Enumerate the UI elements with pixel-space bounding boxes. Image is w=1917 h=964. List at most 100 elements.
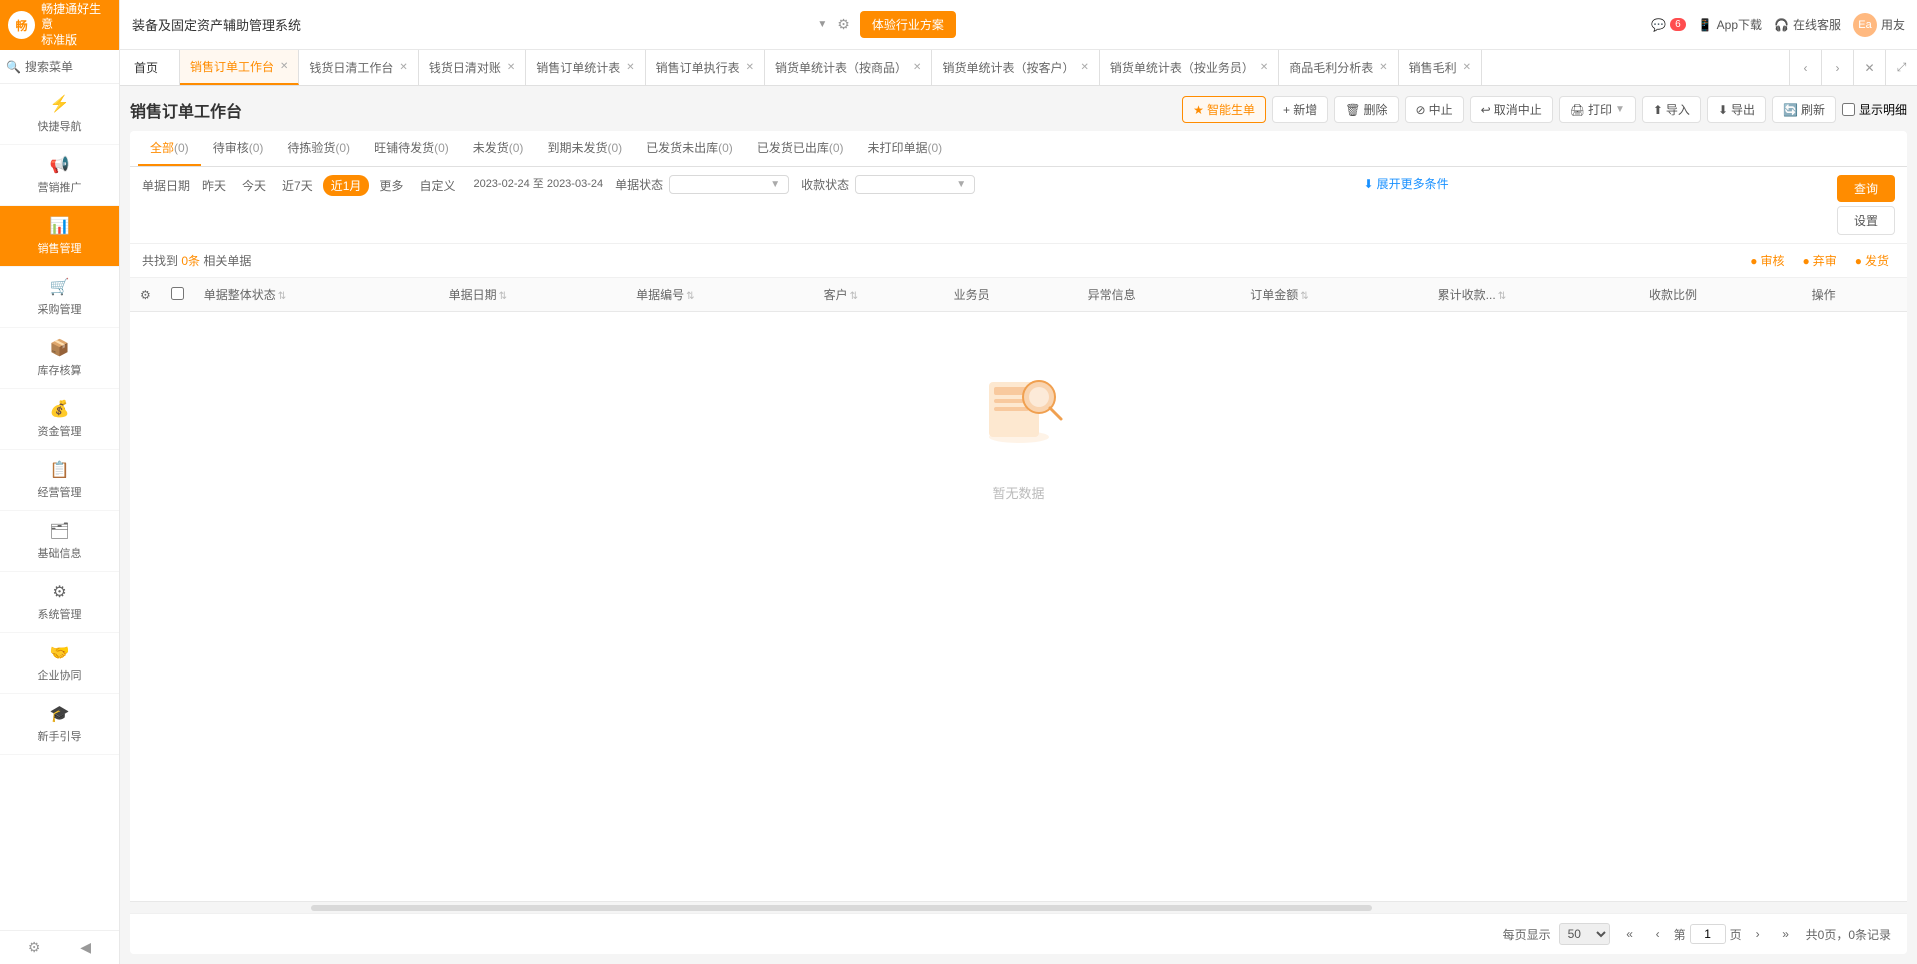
horizontal-scrollbar[interactable]: [130, 901, 1907, 913]
sidebar-item-basic[interactable]: 🗂基础信息: [0, 511, 119, 572]
next-page-button[interactable]: ›: [1746, 922, 1770, 946]
tab-close-sales-profit[interactable]: ✕: [1463, 62, 1471, 73]
online-service-button[interactable]: 🎧 在线客服: [1774, 16, 1841, 33]
operations-icon: 📋: [50, 460, 70, 480]
query-button[interactable]: 查询: [1837, 175, 1895, 202]
col-ratio: 收款比例: [1639, 278, 1802, 312]
show-detail-checkbox[interactable]: 显示明细: [1842, 101, 1907, 118]
cancel-review-button[interactable]: ● 弃审: [1796, 250, 1842, 271]
tab-sales-summary-staff[interactable]: 销货单统计表（按业务员） ✕: [1100, 50, 1279, 85]
prev-page-button[interactable]: ‹: [1646, 922, 1670, 946]
sub-tab-not-shipped[interactable]: 未发货(0): [461, 131, 536, 166]
sidebar-item-newbie[interactable]: 🎓新手引导: [0, 694, 119, 755]
user-menu[interactable]: Ea 用友: [1853, 13, 1905, 37]
review-button[interactable]: ● 审核: [1744, 250, 1790, 271]
sidebar-item-quick-nav[interactable]: ⚡快捷导航: [0, 84, 119, 145]
import-button[interactable]: ⬆ 导入: [1642, 96, 1701, 123]
tab-prev-button[interactable]: ‹: [1789, 50, 1821, 86]
tab-expand-button[interactable]: ⤢: [1885, 50, 1917, 86]
first-page-button[interactable]: «: [1618, 922, 1642, 946]
tab-close-sales-workbench[interactable]: ✕: [280, 61, 288, 72]
status-select[interactable]: ▼: [669, 175, 789, 194]
message-button[interactable]: 💬 6: [1651, 18, 1686, 32]
tab-close-sales-stat[interactable]: ✕: [626, 62, 634, 73]
date-custom[interactable]: 自定义: [413, 175, 461, 196]
tab-close-daily-reconcile[interactable]: ✕: [507, 62, 515, 73]
tab-close-all-button[interactable]: ✕: [1853, 50, 1885, 86]
settings-icon[interactable]: ⚙: [28, 939, 41, 956]
select-all-checkbox[interactable]: [171, 287, 184, 300]
sidebar-item-sales[interactable]: 📊销售管理: [0, 206, 119, 267]
sub-tab-pending-review[interactable]: 待审核(0): [201, 131, 276, 166]
industry-solution-button[interactable]: 体验行业方案: [860, 11, 956, 38]
tab-close-sales-summary-cust[interactable]: ✕: [1080, 62, 1088, 73]
col-collected: 累计收款...⇅: [1428, 278, 1639, 312]
newbie-label: 新手引导: [38, 728, 82, 744]
phone-icon: 📱: [1698, 18, 1713, 32]
tab-close-daily-cash[interactable]: ✕: [399, 62, 407, 73]
expand-filter-button[interactable]: ⬇ 展开更多条件: [1364, 175, 1449, 192]
show-detail-input[interactable]: [1842, 103, 1855, 116]
suspend-button[interactable]: ⊘ 中止: [1405, 96, 1464, 123]
tab-gross-profit[interactable]: 商品毛利分析表✕: [1279, 50, 1398, 85]
collapse-icon[interactable]: ◀: [80, 939, 91, 956]
last-page-button[interactable]: »: [1774, 922, 1798, 946]
sidebar-item-finance[interactable]: 💰资金管理: [0, 389, 119, 450]
export-button[interactable]: ⬇ 导出: [1707, 96, 1766, 123]
date-7days[interactable]: 近7天: [276, 175, 319, 196]
sidebar-item-inventory[interactable]: 📦库存核算: [0, 328, 119, 389]
refresh-button[interactable]: 🔄 刷新: [1772, 96, 1836, 123]
tab-close-sales-summary-staff[interactable]: ✕: [1260, 62, 1268, 73]
print-button[interactable]: 🖨 打印 ▼: [1559, 96, 1636, 123]
tab-sales-summary-cust[interactable]: 销货单统计表（按客户）✕: [932, 50, 1099, 85]
sub-tab-all[interactable]: 全部(0): [138, 131, 201, 166]
page-size-select[interactable]: 50 100 200: [1559, 923, 1610, 945]
sub-tab-shipped-in[interactable]: 已发货已出库(0): [745, 131, 856, 166]
tab-daily-reconcile[interactable]: 钱货日清对账✕: [419, 50, 526, 85]
smart-create-button[interactable]: ★ 智能生单: [1182, 96, 1266, 123]
sidebar-item-marketing[interactable]: 📢营销推广: [0, 145, 119, 206]
cancel-suspend-button[interactable]: ↩ 取消中止: [1470, 96, 1553, 123]
col-checkbox[interactable]: [161, 278, 194, 312]
settings-button[interactable]: 设置: [1837, 206, 1895, 235]
sidebar-item-purchase[interactable]: 🛒采购管理: [0, 267, 119, 328]
tab-close-gross-profit[interactable]: ✕: [1379, 62, 1387, 73]
system-dropdown-icon[interactable]: ▼: [817, 19, 827, 30]
sidebar-item-system[interactable]: ⚙系统管理: [0, 572, 119, 633]
tab-sales-exec[interactable]: 销售订单执行表✕: [646, 50, 765, 85]
scrollbar-thumb[interactable]: [311, 905, 1372, 911]
search-menu[interactable]: 🔍 搜索菜单: [0, 50, 119, 84]
tab-label-sales-summary-staff: 销货单统计表（按业务员）: [1110, 59, 1254, 76]
tab-sales-profit[interactable]: 销售毛利✕: [1399, 50, 1482, 85]
date-more[interactable]: 更多: [373, 175, 409, 196]
sub-tab-not-printed[interactable]: 未打印单据(0): [856, 131, 955, 166]
tab-sales-summary-prod[interactable]: 销货单统计表（按商品）✕: [765, 50, 932, 85]
tab-home[interactable]: 首页: [120, 50, 180, 85]
sub-tab-wangpu-pending[interactable]: 旺铺待发货(0): [362, 131, 461, 166]
topbar-gear-icon[interactable]: ⚙: [837, 16, 850, 33]
sidebar-item-enterprise[interactable]: 🤝企业协同: [0, 633, 119, 694]
tab-sales-stat[interactable]: 销售订单统计表✕: [526, 50, 645, 85]
date-yesterday[interactable]: 昨天: [196, 175, 232, 196]
sidebar-item-operations[interactable]: 📋经营管理: [0, 450, 119, 511]
table-scroll[interactable]: ⚙ 单据整体状态⇅ 单据日期⇅ 单据编号⇅ 客户⇅ 业务员 异常信息 订单金额⇅…: [130, 278, 1907, 901]
sidebar-logo: 畅 畅捷通好生意 标准版: [0, 0, 119, 50]
col-gear[interactable]: ⚙: [130, 278, 161, 312]
tab-sales-workbench[interactable]: 销售订单工作台✕: [180, 50, 299, 85]
page-number-input[interactable]: [1690, 924, 1726, 944]
add-button[interactable]: + 新增: [1272, 96, 1328, 123]
sub-tab-shipped-not-in[interactable]: 已发货未出库(0): [634, 131, 745, 166]
print-icon: 🖨: [1570, 103, 1585, 117]
ship-button[interactable]: ● 发货: [1849, 250, 1895, 271]
payment-select[interactable]: ▼: [855, 175, 975, 194]
tab-next-button[interactable]: ›: [1821, 50, 1853, 86]
date-today[interactable]: 今天: [236, 175, 272, 196]
app-download-button[interactable]: 📱 App下载: [1698, 16, 1762, 33]
date-1month[interactable]: 近1月: [323, 175, 370, 196]
sub-tab-overdue-not-shipped[interactable]: 到期未发货(0): [535, 131, 634, 166]
sub-tab-pending-check[interactable]: 待拣验货(0): [275, 131, 362, 166]
delete-button[interactable]: 🗑 删除: [1334, 96, 1398, 123]
tab-close-sales-summary-prod[interactable]: ✕: [913, 62, 921, 73]
tab-daily-cash[interactable]: 钱货日清工作台✕: [299, 50, 418, 85]
tab-close-sales-exec[interactable]: ✕: [746, 62, 754, 73]
